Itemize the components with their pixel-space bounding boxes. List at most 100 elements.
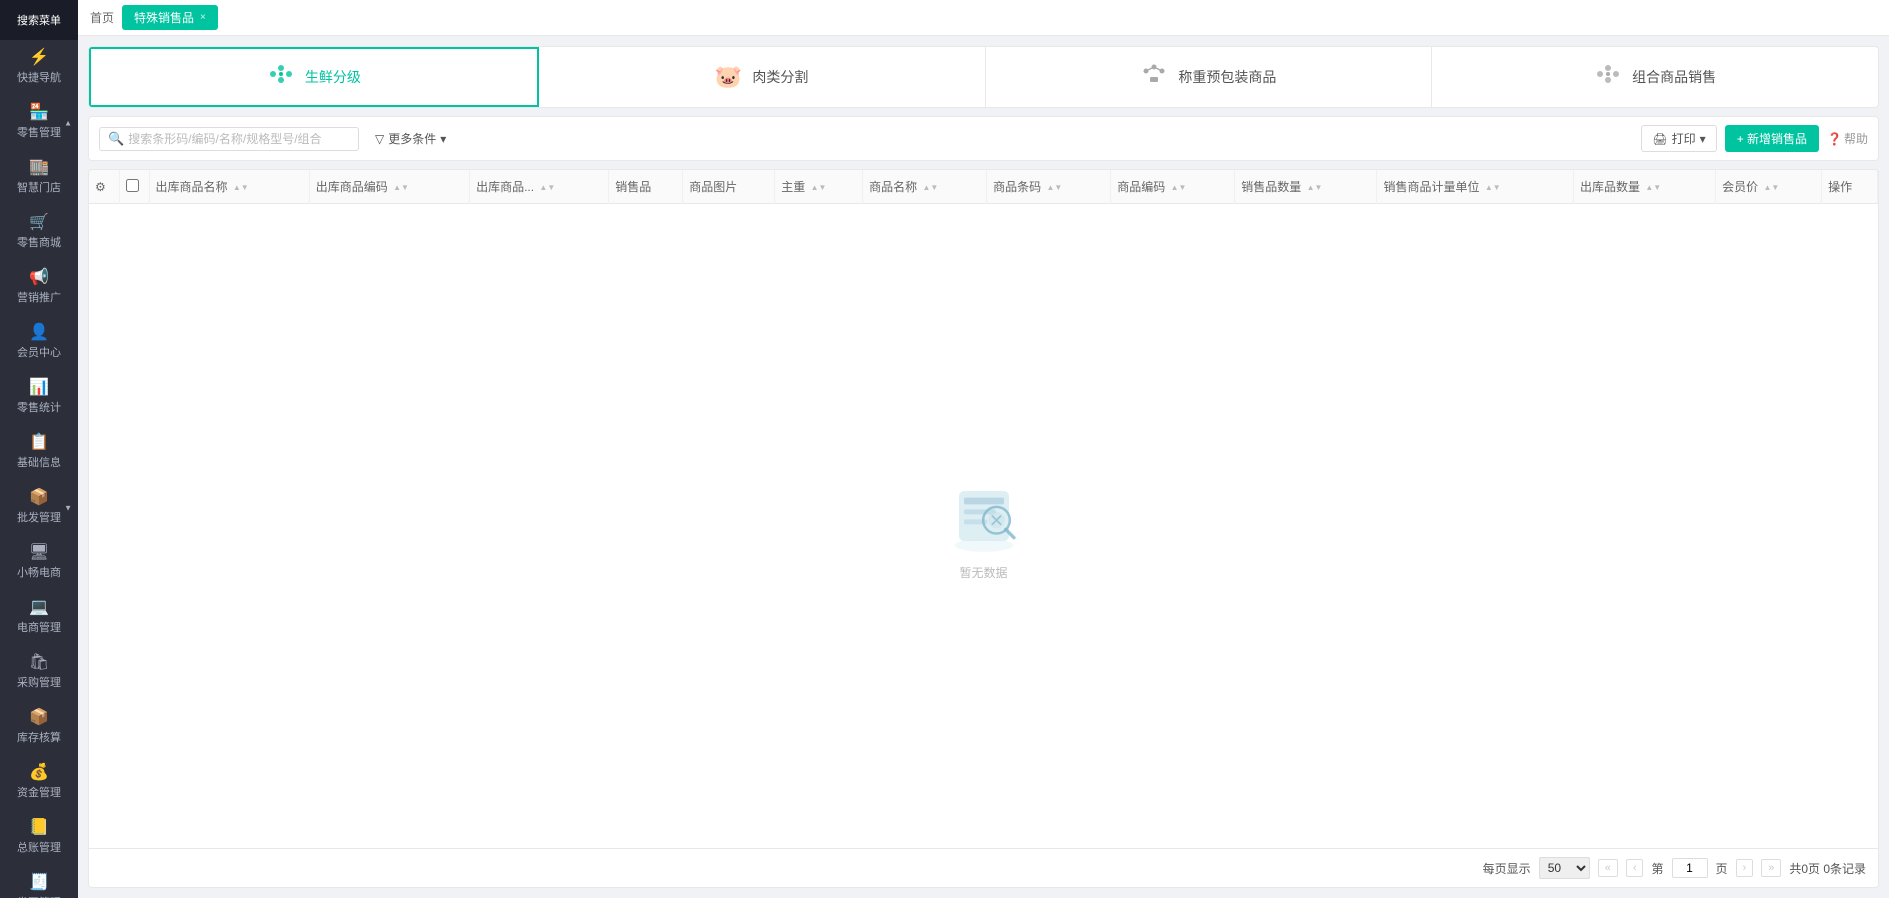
col-image[interactable]: 商品图片 <box>683 170 775 204</box>
col-checkbox[interactable] <box>119 170 149 204</box>
prev-page-btn[interactable]: ‹ <box>1626 859 1644 877</box>
sidebar-item-label: 电商管理 <box>17 619 61 635</box>
basic-info-icon: 📋 <box>29 435 49 451</box>
quick-nav-icon: ⚡ <box>29 50 49 66</box>
page-area: 生鲜分级 🐷 肉类分割 称重预包装商品 <box>78 36 1889 898</box>
help-button[interactable]: ❓ 帮助 <box>1827 130 1868 147</box>
sort-arrows-sale-qty: ▲▼ <box>1307 184 1323 192</box>
page-label: 第 <box>1651 860 1663 877</box>
active-tab[interactable]: 特殊销售品 × <box>122 5 218 30</box>
sidebar-item-label: 零售商城 <box>17 234 61 250</box>
sidebar-item-wholesale-mgmt[interactable]: 📦 批发管理 <box>0 480 78 535</box>
print-label: 打印 <box>1672 130 1696 147</box>
sidebar-item-invoice-mgmt[interactable]: 🧾 发票管理 <box>0 865 78 898</box>
topbar: 首页 特殊销售品 × <box>78 0 1889 36</box>
filter-icon: ▽ <box>375 132 384 146</box>
sidebar-search-menu[interactable]: 搜索菜单 <box>0 0 78 40</box>
invoice-mgmt-icon: 🧾 <box>29 875 49 891</box>
sidebar-item-member-center[interactable]: 👤 会员中心 <box>0 315 78 370</box>
weigh-tab-label: 称重预包装商品 <box>1178 67 1276 87</box>
col-product-code[interactable]: 商品编码 ▲▼ <box>1111 170 1235 204</box>
tab-fresh[interactable]: 生鲜分级 <box>89 47 539 107</box>
select-all-checkbox[interactable] <box>126 179 139 192</box>
category-tabs: 生鲜分级 🐷 肉类分割 称重预包装商品 <box>88 46 1879 108</box>
col-out-spec[interactable]: 出库商品... ▲▼ <box>470 170 609 204</box>
sidebar-item-general-ledger[interactable]: 📒 总账管理 <box>0 810 78 865</box>
sidebar-item-quick-nav[interactable]: ⚡ 快捷导航 <box>0 40 78 95</box>
help-icon: ❓ <box>1827 132 1842 146</box>
sidebar-item-ecom-mgmt[interactable]: 💻 电商管理 <box>0 590 78 645</box>
sidebar: 搜索菜单 ⚡ 快捷导航 🏪 零售管理 🏬 智慧门店 🛒 零售商城 📢 营销推广 … <box>0 0 78 898</box>
search-input[interactable] <box>128 132 348 146</box>
search-icon: 🔍 <box>108 131 124 147</box>
page-suffix: 页 <box>1716 860 1728 877</box>
pagination-bar: 每页显示 50 10 20 100 « ‹ 第 页 › <box>89 848 1878 887</box>
print-button[interactable]: 🖨 打印 ▾ <box>1641 125 1716 152</box>
mini-ecom-icon: 🖥 <box>29 545 49 561</box>
sidebar-item-retail-mall[interactable]: 🛒 零售商城 <box>0 205 78 260</box>
sidebar-item-inventory[interactable]: 📦 库存核算 <box>0 700 78 755</box>
combo-tab-label: 组合商品销售 <box>1632 67 1716 87</box>
sidebar-item-label: 采购管理 <box>17 674 61 690</box>
col-barcode[interactable]: 商品条码 ▲▼ <box>987 170 1111 204</box>
sidebar-item-label: 库存核算 <box>17 729 61 745</box>
col-sale-item[interactable]: 销售品 <box>609 170 683 204</box>
combo-tab-icon <box>1594 63 1622 91</box>
sidebar-item-label: 会员中心 <box>17 344 61 360</box>
col-member-price[interactable]: 会员价 ▲▼ <box>1716 170 1822 204</box>
total-text: 共0页 0条记录 <box>1789 860 1866 877</box>
sidebar-item-label: 零售管理 <box>17 124 61 140</box>
sort-arrows-product-name: ▲▼ <box>922 184 938 192</box>
sort-arrows-product-code: ▲▼ <box>1171 184 1187 192</box>
col-out-name[interactable]: 出库商品名称 ▲▼ <box>149 170 309 204</box>
page-input[interactable] <box>1672 858 1708 878</box>
smart-store-icon: 🏬 <box>29 160 49 176</box>
home-breadcrumb[interactable]: 首页 <box>90 9 114 26</box>
sidebar-item-retail-mgmt[interactable]: 🏪 零售管理 <box>0 95 78 150</box>
tab-weigh[interactable]: 称重预包装商品 <box>986 47 1433 107</box>
sidebar-item-label: 发票管理 <box>17 894 61 898</box>
col-out-qty[interactable]: 出库品数量 ▲▼ <box>1573 170 1715 204</box>
filter-button[interactable]: ▽ 更多条件 ▾ <box>367 127 454 150</box>
per-page-select[interactable]: 50 10 20 100 <box>1539 857 1590 879</box>
sidebar-item-purchase-mgmt[interactable]: 🛍 采购管理 <box>0 645 78 700</box>
print-icon: 🖨 <box>1652 132 1667 146</box>
sidebar-item-smart-store[interactable]: 🏬 智慧门店 <box>0 150 78 205</box>
search-box[interactable]: 🔍 <box>99 127 359 151</box>
col-action: 操作 <box>1822 170 1878 204</box>
sidebar-item-mini-ecom[interactable]: 🖥 小畅电商 <box>0 535 78 590</box>
filter-arrow-icon: ▾ <box>440 132 446 146</box>
sidebar-item-label: 资金管理 <box>17 784 61 800</box>
sidebar-item-label: 零售统计 <box>17 399 61 415</box>
sidebar-item-label: 批发管理 <box>17 509 61 525</box>
sidebar-item-label: 小畅电商 <box>17 564 61 580</box>
fresh-tab-label: 生鲜分级 <box>305 67 361 87</box>
ecom-mgmt-icon: 💻 <box>29 600 49 616</box>
sidebar-item-marketing[interactable]: 📢 营销推广 <box>0 260 78 315</box>
first-page-btn[interactable]: « <box>1598 859 1618 877</box>
tab-meat[interactable]: 🐷 肉类分割 <box>539 47 986 107</box>
sidebar-logo-text: 搜索菜单 <box>17 12 61 28</box>
fresh-tab-icon <box>267 63 295 91</box>
col-product-name[interactable]: 商品名称 ▲▼ <box>863 170 987 204</box>
next-page-btn[interactable]: › <box>1736 859 1754 877</box>
close-tab-icon[interactable]: × <box>200 12 206 23</box>
print-arrow-icon: ▾ <box>1700 132 1706 146</box>
col-settings[interactable]: ⚙ <box>89 170 119 204</box>
sidebar-item-basic-info[interactable]: 📋 基础信息 <box>0 425 78 480</box>
col-out-code[interactable]: 出库商品编码 ▲▼ <box>309 170 469 204</box>
col-sale-qty[interactable]: 销售品数量 ▲▼ <box>1235 170 1377 204</box>
help-label: 帮助 <box>1844 130 1868 147</box>
col-sale-unit[interactable]: 销售商品计量单位 ▲▼ <box>1377 170 1574 204</box>
sidebar-item-fund-mgmt[interactable]: 💰 资金管理 <box>0 755 78 810</box>
retail-mall-icon: 🛒 <box>29 215 49 231</box>
last-page-btn[interactable]: » <box>1761 859 1781 877</box>
add-button[interactable]: + 新增销售品 <box>1725 125 1819 152</box>
col-main-weight[interactable]: 主重 ▲▼ <box>775 170 863 204</box>
sidebar-item-retail-stats[interactable]: 📊 零售统计 <box>0 370 78 425</box>
sidebar-item-label: 总账管理 <box>17 839 61 855</box>
filter-label: 更多条件 <box>388 130 436 147</box>
sort-arrows-out-qty: ▲▼ <box>1645 184 1661 192</box>
main-content: 首页 特殊销售品 × 生鲜分级 <box>78 0 1889 898</box>
tab-combo[interactable]: 组合商品销售 <box>1432 47 1878 107</box>
